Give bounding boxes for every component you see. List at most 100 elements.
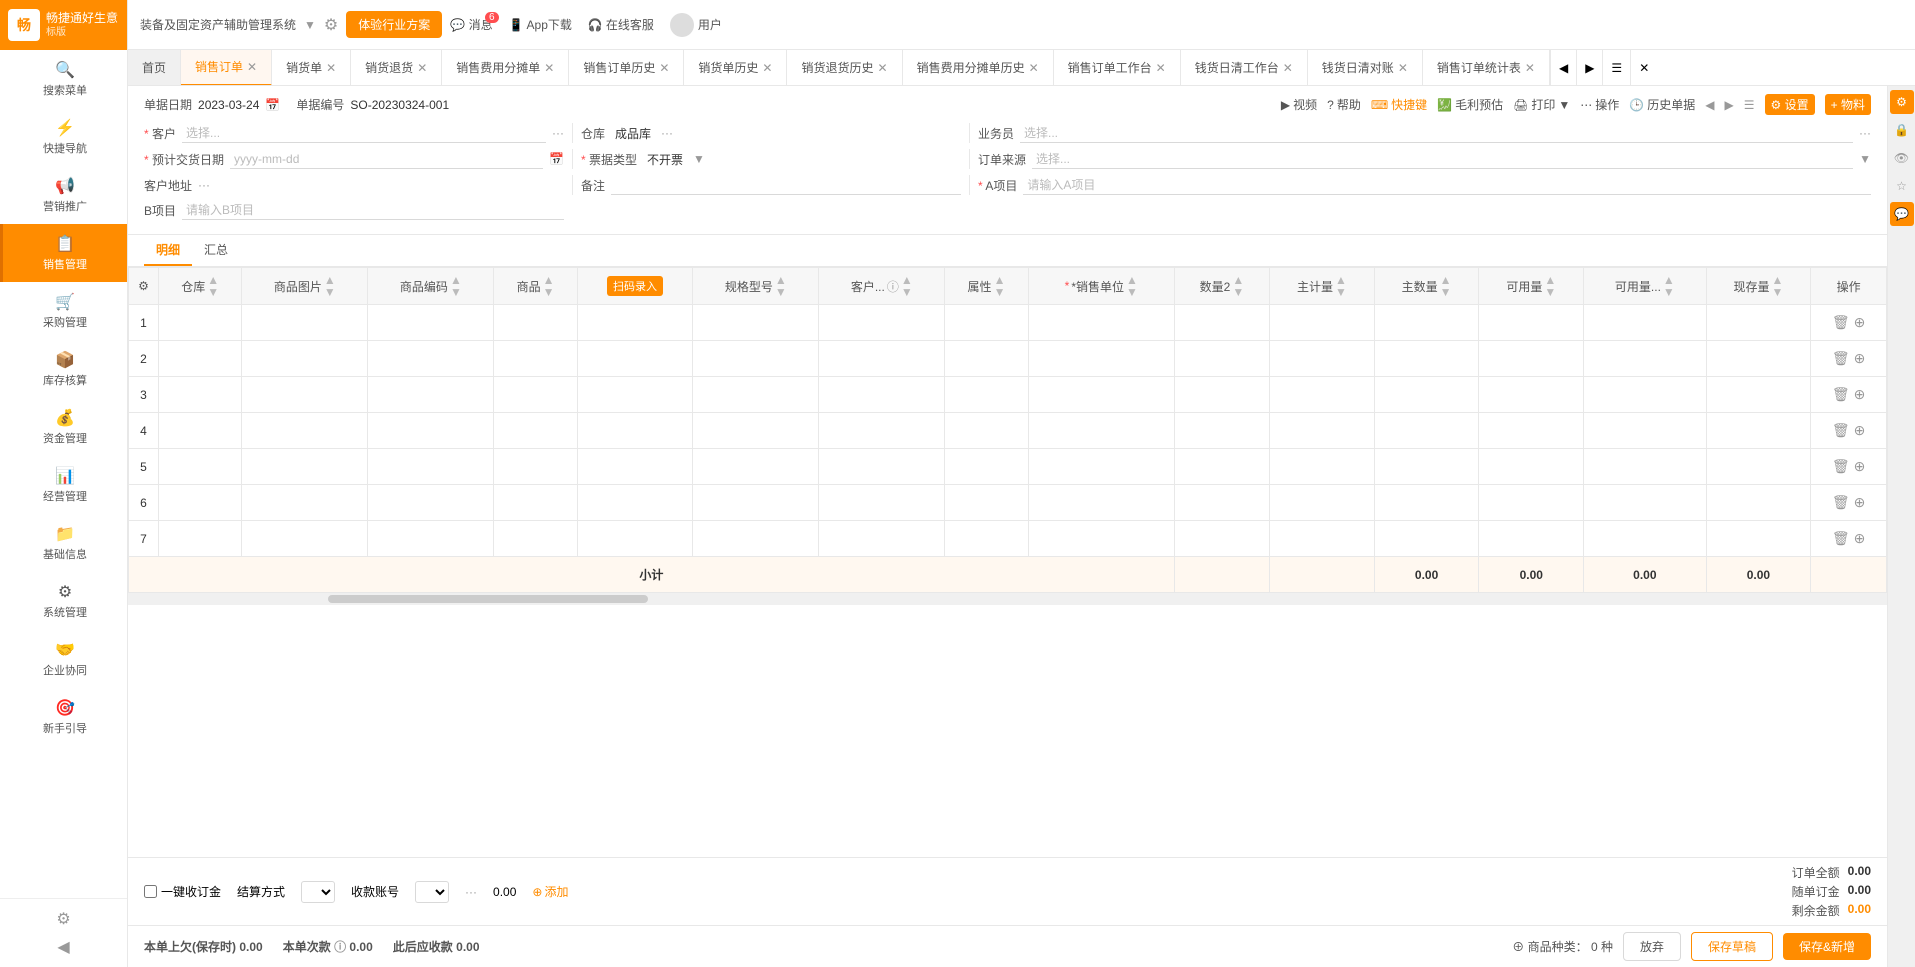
row-5-qty2[interactable] [1174,449,1269,485]
delivery-input[interactable] [230,150,543,169]
row-7-main-qty[interactable] [1374,521,1479,557]
info-icon[interactable]: ⓘ [887,278,899,295]
row-2-spec[interactable] [693,341,819,377]
row-2-warehouse[interactable] [159,341,242,377]
row-1-customer-code[interactable] [819,305,945,341]
row-5-customer-code[interactable] [819,449,945,485]
row-3-available[interactable] [1479,377,1584,413]
sort-arrows-warehouse[interactable]: ▲▼ [207,274,219,298]
row-4-copy-btn[interactable]: ⊕ [1854,422,1866,439]
tab-home[interactable]: 首页 [128,50,181,86]
add-material-btn[interactable]: + 物料 [1825,94,1871,115]
row-4-goods[interactable] [494,413,577,449]
right-sidebar-eye-btn[interactable]: 👁 [1890,146,1914,170]
row-7-goods[interactable] [494,521,577,557]
right-sidebar-chat-btn[interactable]: 💬 [1890,202,1914,226]
row-5-code[interactable] [368,449,494,485]
row-1-available[interactable] [1479,305,1584,341]
row-2-image[interactable] [242,341,368,377]
tab-sales-fee-history[interactable]: 销售费用分摊单历史 ✕ [903,50,1054,86]
row-6-attr[interactable] [945,485,1028,521]
row-1-image[interactable] [242,305,368,341]
sidebar-item-marketing[interactable]: 📢 营销推广 [0,166,127,224]
tab-close-sales-order[interactable]: ✕ [247,60,257,74]
row-6-unit[interactable] [1028,485,1174,521]
history-btn[interactable]: 🕒 历史单据 [1629,96,1695,113]
row-3-main-qty[interactable] [1374,377,1479,413]
row-2-current[interactable] [1706,341,1811,377]
online-service[interactable]: 🎧 在线客服 [588,16,654,33]
row-2-qty2[interactable] [1174,341,1269,377]
sort-arrows-attr[interactable]: ▲▼ [994,274,1006,298]
row-3-available2[interactable] [1584,377,1706,413]
tab-close-6[interactable]: ✕ [762,61,772,75]
tab-close-12[interactable]: ✕ [1525,61,1535,75]
row-4-main-qty[interactable] [1374,413,1479,449]
next-record-btn[interactable]: ▶ [1725,98,1734,112]
row-4-unit[interactable] [1028,413,1174,449]
sidebar-item-purchase[interactable]: 🛒 采购管理 [0,282,127,340]
message-area[interactable]: 💬 6 消息 [450,16,492,33]
row-4-customer-code[interactable] [819,413,945,449]
row-5-delete-btn[interactable]: 🗑 [1832,458,1850,475]
sidebar-item-enterprise[interactable]: 🤝 企业协同 [0,630,127,688]
row-7-available[interactable] [1479,521,1584,557]
collapse-icon[interactable]: ◀ [57,937,69,957]
operation-btn[interactable]: ⋯ 操作 [1580,96,1619,113]
tab-cash-reconcile[interactable]: 钱货日清对账 ✕ [1308,50,1423,86]
tab-close-11[interactable]: ✕ [1398,61,1408,75]
row-2-goods[interactable] [494,341,577,377]
tab-sales-workbench[interactable]: 销售订单工作台 ✕ [1054,50,1181,86]
tab-sales-report[interactable]: 销售订单统计表 ✕ [1423,50,1550,86]
calendar-icon[interactable]: 📅 [265,98,280,112]
order-source-input[interactable] [1032,150,1853,169]
row-6-main-qty[interactable] [1374,485,1479,521]
sort-arrows-available[interactable]: ▲▼ [1544,274,1556,298]
row-3-customer-code[interactable] [819,377,945,413]
industry-btn[interactable]: 体验行业方案 [346,11,442,38]
row-6-warehouse[interactable] [159,485,242,521]
tab-sales-goods-history[interactable]: 销货单历史 ✕ [684,50,787,86]
invoice-dropdown-icon[interactable]: ▼ [693,152,705,166]
row-1-available2[interactable] [1584,305,1706,341]
help-btn[interactable]: ? 帮助 [1327,96,1361,113]
tab-sales-fee[interactable]: 销售费用分摊单 ✕ [442,50,569,86]
row-3-current[interactable] [1706,377,1811,413]
row-2-attr[interactable] [945,341,1028,377]
tab-sales-order-history[interactable]: 销售订单历史 ✕ [569,50,684,86]
sort-arrows-unit[interactable]: ▲▼ [1126,274,1138,298]
sort-arrows-main-unit[interactable]: ▲▼ [1335,274,1347,298]
print-btn[interactable]: 🖨 打印 ▼ [1513,96,1570,113]
row-6-current[interactable] [1706,485,1811,521]
row-7-customer-code[interactable] [819,521,945,557]
row-6-goods[interactable] [494,485,577,521]
row-7-main-unit[interactable] [1270,521,1375,557]
row-5-current[interactable] [1706,449,1811,485]
row-6-scan[interactable] [577,485,693,521]
b-project-input[interactable] [182,201,564,220]
tab-close-2[interactable]: ✕ [326,61,336,75]
row-2-available2[interactable] [1584,341,1706,377]
calendar-icon-2[interactable]: 📅 [549,152,564,166]
row-5-main-unit[interactable] [1270,449,1375,485]
row-7-qty2[interactable] [1174,521,1269,557]
row-3-scan[interactable] [577,377,693,413]
add-account-btn[interactable]: ⊕ 添加 [532,883,568,900]
row-4-spec[interactable] [693,413,819,449]
sidebar-item-management[interactable]: 📊 经营管理 [0,456,127,514]
row-1-code[interactable] [368,305,494,341]
th-settings[interactable]: ⚙ [129,268,159,305]
customer-input[interactable] [182,124,546,143]
sidebar-item-sales[interactable]: 📋 销售管理 [0,224,127,282]
row-3-copy-btn[interactable]: ⊕ [1854,386,1866,403]
row-3-goods[interactable] [494,377,577,413]
tab-close-7[interactable]: ✕ [878,61,888,75]
video-btn[interactable]: ▶ 视频 [1281,96,1317,113]
row-1-delete-btn[interactable]: 🗑 [1832,314,1850,331]
sort-arrows-current[interactable]: ▲▼ [1772,274,1784,298]
row-4-attr[interactable] [945,413,1028,449]
tab-sales-return[interactable]: 销货退货 ✕ [351,50,442,86]
sort-arrows-goods[interactable]: ▲▼ [543,274,555,298]
row-5-image[interactable] [242,449,368,485]
sub-tab-summary[interactable]: 汇总 [192,235,240,266]
